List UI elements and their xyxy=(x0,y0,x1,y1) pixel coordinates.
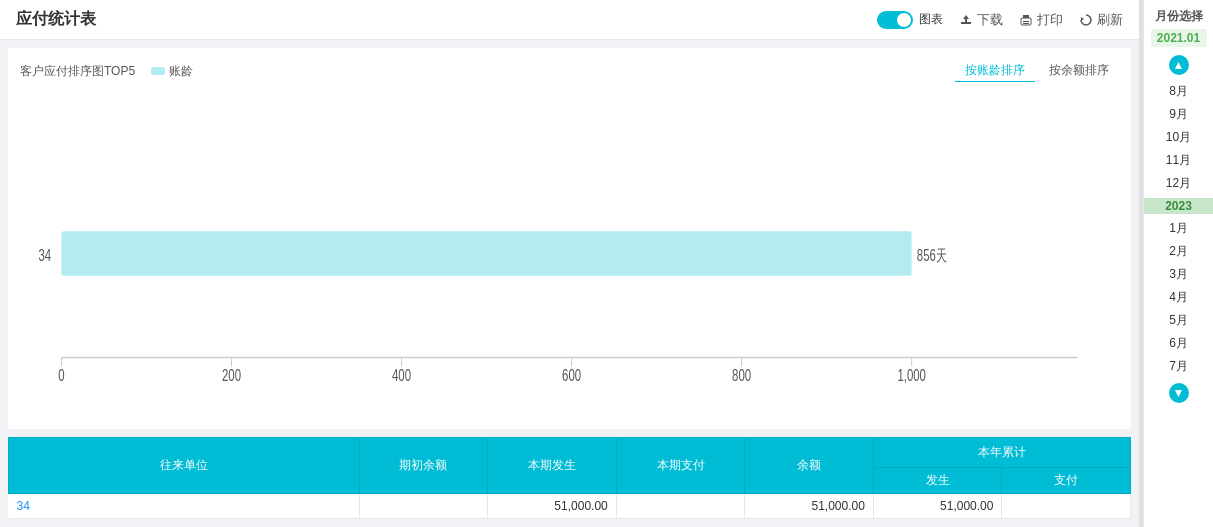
scroll-up-button[interactable]: ▲ xyxy=(1169,55,1189,75)
svg-text:1,000: 1,000 xyxy=(897,366,926,385)
svg-text:200: 200 xyxy=(222,366,241,385)
cell-balance: 51,000.00 xyxy=(745,494,874,519)
month-item[interactable]: 11月 xyxy=(1144,150,1213,171)
svg-rect-3 xyxy=(1023,15,1029,18)
scroll-down-button[interactable]: ▼ xyxy=(1169,383,1189,403)
print-icon xyxy=(1019,13,1033,27)
sort-by-balance-button[interactable]: 按余额排序 xyxy=(1039,60,1119,82)
cell-current-pay xyxy=(616,494,745,519)
chart-sort-buttons: 按账龄排序 按余额排序 xyxy=(955,60,1119,82)
month-item[interactable]: 7月 xyxy=(1144,356,1213,377)
month-item[interactable]: 5月 xyxy=(1144,310,1213,331)
svg-marker-1 xyxy=(963,15,969,22)
download-label: 下载 xyxy=(977,11,1003,29)
refresh-icon xyxy=(1079,13,1093,27)
refresh-button[interactable]: 刷新 xyxy=(1079,11,1123,29)
unit-link[interactable]: 34 xyxy=(17,499,30,513)
data-table: 往来单位 期初余额 本期发生 本期支付 余额 本年累计 发生 支付 34 51,… xyxy=(8,437,1131,519)
svg-rect-4 xyxy=(1023,21,1029,22)
month-item[interactable]: 12月 xyxy=(1144,173,1213,194)
month-item[interactable]: 6月 xyxy=(1144,333,1213,354)
download-icon xyxy=(959,13,973,27)
svg-text:600: 600 xyxy=(562,366,581,385)
col-ytd-pay-header: 支付 xyxy=(1002,468,1131,494)
cell-ytd-occur: 51,000.00 xyxy=(873,494,1002,519)
month-item[interactable]: 4月 xyxy=(1144,287,1213,308)
chart-body: 34 856天 0 200 400 600 800 1,000 xyxy=(20,90,1119,417)
chart-toggle[interactable] xyxy=(877,11,913,29)
month-item[interactable]: 3月 xyxy=(1144,264,1213,285)
col-current-occur-header: 本期发生 xyxy=(488,438,617,494)
svg-text:800: 800 xyxy=(732,366,751,385)
header-actions: 图表 下载 打印 刷新 xyxy=(877,11,1123,29)
toggle-label: 图表 xyxy=(919,11,943,28)
svg-text:34: 34 xyxy=(38,246,51,265)
svg-rect-0 xyxy=(961,22,971,24)
sort-by-amount-button[interactable]: 按账龄排序 xyxy=(955,60,1035,82)
svg-text:0: 0 xyxy=(58,366,64,385)
col-unit-header: 往来单位 xyxy=(9,438,360,494)
refresh-label: 刷新 xyxy=(1097,11,1123,29)
cell-opening xyxy=(359,494,488,519)
chart-section: 客户应付排序图TOP5 账龄 按账龄排序 按余额排序 34 856天 xyxy=(8,48,1131,429)
col-ytd-header: 本年累计 xyxy=(873,438,1130,468)
year-2023-label[interactable]: 2023 xyxy=(1144,198,1213,214)
print-button[interactable]: 打印 xyxy=(1019,11,1063,29)
legend-series: 账龄 xyxy=(169,63,193,80)
page-title: 应付统计表 xyxy=(16,9,96,30)
chart-toggle-wrapper: 图表 xyxy=(877,11,943,29)
svg-text:400: 400 xyxy=(392,366,411,385)
month-item[interactable]: 8月 xyxy=(1144,81,1213,102)
col-ytd-occur-header: 发生 xyxy=(873,468,1002,494)
col-balance-header: 余额 xyxy=(745,438,874,494)
legend-dot xyxy=(151,67,165,75)
svg-rect-8 xyxy=(61,231,911,276)
month-list-after: 1月2月3月4月5月6月7月 xyxy=(1144,218,1213,377)
page-header: 应付统计表 图表 下载 打印 刷新 xyxy=(0,0,1139,40)
chart-svg: 34 856天 0 200 400 600 800 1,000 xyxy=(20,90,1119,417)
cell-unit: 34 xyxy=(9,494,360,519)
month-list-before: 8月9月10月11月12月 xyxy=(1144,81,1213,194)
col-opening-header: 期初余额 xyxy=(359,438,488,494)
month-item[interactable]: 10月 xyxy=(1144,127,1213,148)
table-row: 34 51,000.00 51,000.00 51,000.00 xyxy=(9,494,1131,519)
current-year-display[interactable]: 2021.01 xyxy=(1151,29,1207,47)
cell-ytd-pay xyxy=(1002,494,1131,519)
month-item[interactable]: 2月 xyxy=(1144,241,1213,262)
right-sidebar: 月份选择 2021.01 ▲ 8月9月10月11月12月 2023 1月2月3月… xyxy=(1143,0,1213,527)
cell-current-occur: 51,000.00 xyxy=(488,494,617,519)
chart-legend-title: 客户应付排序图TOP5 xyxy=(20,63,135,80)
month-item[interactable]: 1月 xyxy=(1144,218,1213,239)
table-section: 往来单位 期初余额 本期发生 本期支付 余额 本年累计 发生 支付 34 51,… xyxy=(8,437,1131,519)
svg-text:856天: 856天 xyxy=(917,246,947,265)
svg-rect-5 xyxy=(1023,23,1029,24)
chart-legend: 客户应付排序图TOP5 账龄 xyxy=(20,63,193,80)
download-button[interactable]: 下载 xyxy=(959,11,1003,29)
col-current-pay-header: 本期支付 xyxy=(616,438,745,494)
print-label: 打印 xyxy=(1037,11,1063,29)
month-item[interactable]: 9月 xyxy=(1144,104,1213,125)
chart-header: 客户应付排序图TOP5 账龄 按账龄排序 按余额排序 xyxy=(20,60,1119,82)
svg-marker-6 xyxy=(1081,17,1084,21)
sidebar-title: 月份选择 xyxy=(1155,8,1203,25)
